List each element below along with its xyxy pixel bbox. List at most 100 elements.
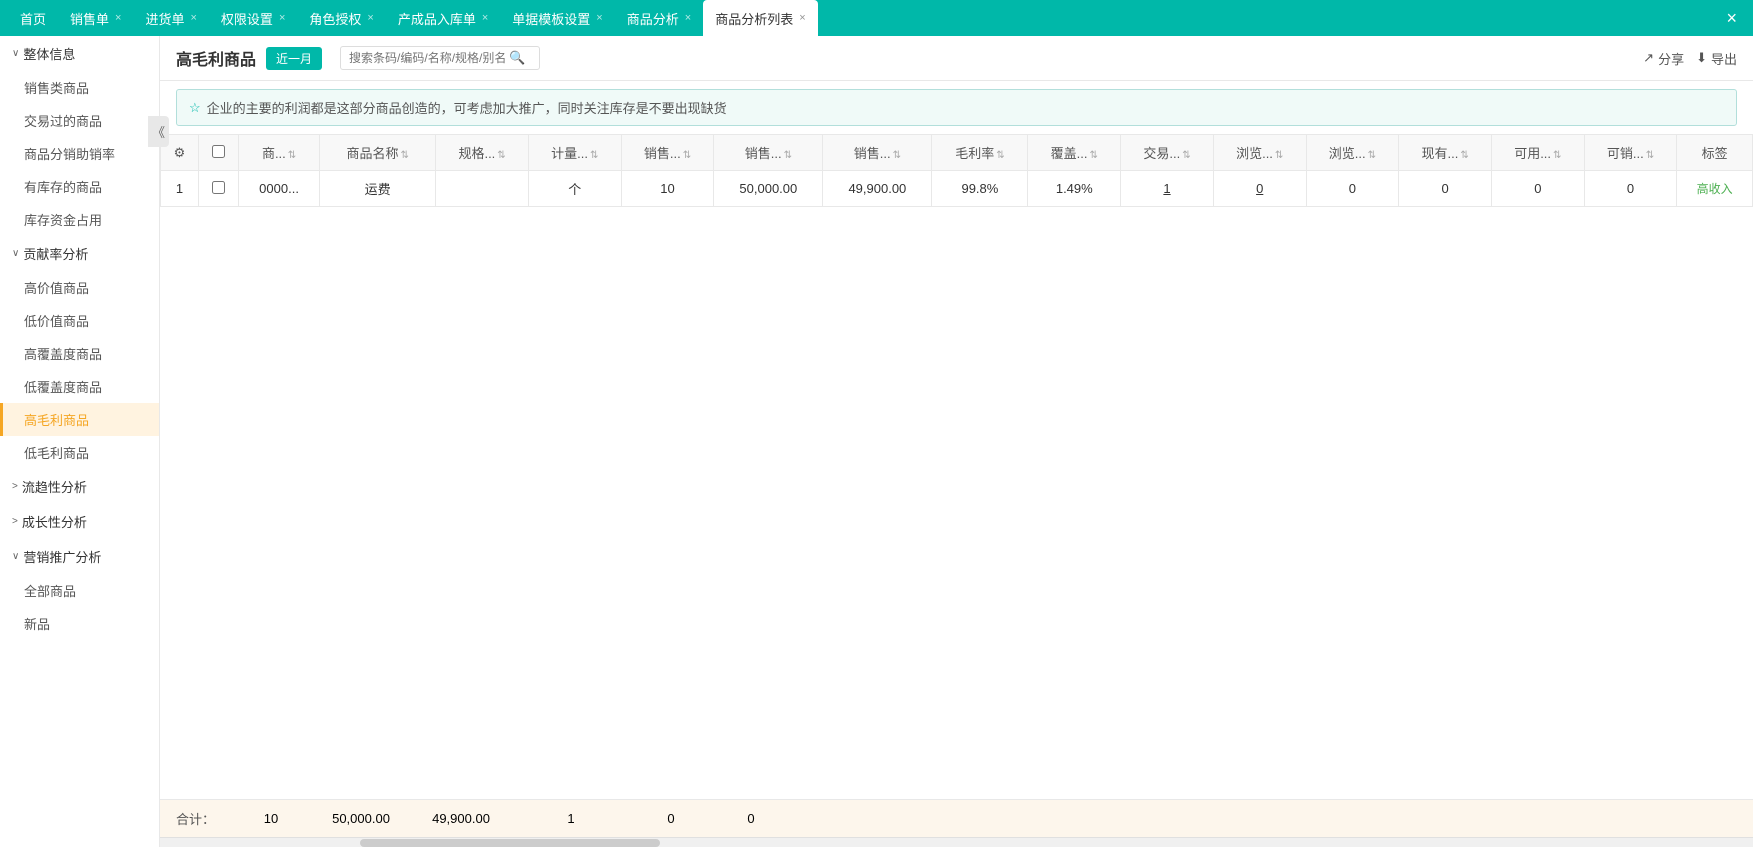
nav-item-商品分析[interactable]: 商品分析×: [615, 0, 703, 36]
sort-icon[interactable]: ⇅: [590, 150, 598, 161]
sidebar-item-0-2[interactable]: 商品分销助销率: [0, 137, 159, 170]
sort-icon[interactable]: ⇅: [1090, 150, 1098, 161]
table-col-header-15[interactable]: 可用...⇅: [1491, 135, 1584, 171]
row-checkbox[interactable]: [198, 171, 238, 207]
footer-sales-amt: 50,000.00: [311, 811, 411, 826]
transactions-link[interactable]: 1: [1163, 181, 1170, 196]
sort-icon[interactable]: ⇅: [893, 150, 901, 161]
footer-values: 10 50,000.00 49,900.00 1 0 0: [231, 811, 1737, 826]
browse-uv-link[interactable]: 0: [1256, 181, 1263, 196]
table-col-header-4[interactable]: 规格...⇅: [436, 135, 529, 171]
table-col-header-16[interactable]: 可销...⇅: [1584, 135, 1677, 171]
close-tab-icon[interactable]: ×: [367, 12, 373, 24]
sidebar-section-1[interactable]: ∨贡献率分析: [0, 236, 159, 271]
table-col-header-7[interactable]: 销售...⇅: [714, 135, 823, 171]
export-icon: ⬇: [1696, 50, 1707, 66]
sidebar-item-1-2[interactable]: 高覆盖度商品: [0, 337, 159, 370]
table-col-header-1: [198, 135, 238, 171]
sidebar-item-1-4[interactable]: 高毛利商品: [0, 403, 159, 436]
sidebar-section-0[interactable]: ∨ 整体信息: [0, 36, 159, 71]
table-col-header-6[interactable]: 销售...⇅: [621, 135, 714, 171]
nav-item-产成品入库单[interactable]: 产成品入库单×: [386, 0, 500, 36]
nav-item-单据模板设置[interactable]: 单据模板设置×: [500, 0, 614, 36]
sort-icon[interactable]: ⇅: [784, 150, 792, 161]
share-button[interactable]: ↗ 分享: [1643, 49, 1684, 68]
search-icon[interactable]: 🔍: [509, 50, 525, 66]
current-stock: 0: [1399, 171, 1492, 207]
sidebar-item-0-1[interactable]: 交易过的商品: [0, 104, 159, 137]
sort-icon[interactable]: ⇅: [1368, 150, 1376, 161]
sort-icon[interactable]: ⇅: [1275, 150, 1283, 161]
close-tab-icon[interactable]: ×: [115, 12, 121, 24]
search-input[interactable]: [349, 51, 509, 65]
alert-icon: ☆: [189, 100, 201, 116]
nav-item-首页[interactable]: 首页: [8, 0, 58, 36]
nav-item-角色授权[interactable]: 角色授权×: [297, 0, 385, 36]
sort-icon[interactable]: ⇅: [996, 150, 1004, 161]
section-label: 整体信息: [23, 44, 75, 63]
browse-pv: 0: [1306, 171, 1399, 207]
sidebar-item-0-4[interactable]: 库存资金占用: [0, 203, 159, 236]
section-arrow-icon: ∨: [12, 48, 19, 59]
table-col-header-12[interactable]: 浏览...⇅: [1213, 135, 1306, 171]
sort-icon[interactable]: ⇅: [1553, 150, 1561, 161]
sidebar-section-4[interactable]: ∨营销推广分析: [0, 539, 159, 574]
sidebar-section-3[interactable]: >成长性分析: [0, 504, 159, 539]
table-col-header-8[interactable]: 销售...⇅: [823, 135, 932, 171]
sidebar-item-1-3[interactable]: 低覆盖度商品: [0, 370, 159, 403]
product-code: 0000...: [238, 171, 319, 207]
table-col-header-14[interactable]: 现有...⇅: [1399, 135, 1492, 171]
sort-icon[interactable]: ⇅: [1460, 150, 1468, 161]
close-tab-icon[interactable]: ×: [685, 12, 691, 24]
sidebar-section-2[interactable]: >流趋性分析: [0, 469, 159, 504]
sidebar-collapse-button[interactable]: 《: [148, 116, 169, 147]
sort-icon[interactable]: ⇅: [401, 150, 409, 161]
close-tab-icon[interactable]: ×: [279, 12, 285, 24]
export-button[interactable]: ⬇ 导出: [1696, 49, 1737, 68]
sort-icon[interactable]: ⇅: [288, 150, 296, 161]
sales-profit: 49,900.00: [823, 171, 932, 207]
period-button[interactable]: 近一月: [266, 47, 322, 70]
table-col-header-3[interactable]: 商品名称⇅: [320, 135, 436, 171]
sidebar-item-0-0[interactable]: 销售类商品: [0, 71, 159, 104]
row-index: 1: [161, 171, 199, 207]
sidebar-item-1-0[interactable]: 高价值商品: [0, 271, 159, 304]
alert-bar: ☆ 企业的主要的利润都是这部分商品创造的，可考虑加大推广，同时关注库存是不要出现…: [176, 89, 1737, 126]
close-tab-icon[interactable]: ×: [190, 12, 196, 24]
sidebar-item-0-3[interactable]: 有库存的商品: [0, 170, 159, 203]
browse-uv[interactable]: 0: [1213, 171, 1306, 207]
nav-item-商品分析列表[interactable]: 商品分析列表×: [703, 0, 817, 36]
transactions[interactable]: 1: [1121, 171, 1214, 207]
sidebar-item-1-1[interactable]: 低价值商品: [0, 304, 159, 337]
table-col-header-5[interactable]: 计量...⇅: [528, 135, 621, 171]
sort-icon[interactable]: ⇅: [683, 150, 691, 161]
horizontal-scrollbar[interactable]: [160, 837, 1753, 847]
nav-item-销售单[interactable]: 销售单×: [58, 0, 133, 36]
nav-item-进货单[interactable]: 进货单×: [133, 0, 208, 36]
sort-icon[interactable]: ⇅: [1182, 150, 1190, 161]
sidebar-item-4-1[interactable]: 新品: [0, 607, 159, 640]
sidebar: ∨ 整体信息销售类商品交易过的商品商品分销助销率有库存的商品库存资金占用∨贡献率分…: [0, 36, 160, 847]
table-col-header-10[interactable]: 覆盖...⇅: [1028, 135, 1121, 171]
table-col-header-2[interactable]: 商...⇅: [238, 135, 319, 171]
sort-icon[interactable]: ⇅: [497, 150, 505, 161]
close-tab-icon[interactable]: ×: [799, 12, 805, 24]
search-box[interactable]: 🔍: [340, 46, 540, 70]
sort-icon[interactable]: ⇅: [1646, 150, 1654, 161]
table-col-header-11[interactable]: 交易...⇅: [1121, 135, 1214, 171]
select-all-checkbox[interactable]: [212, 145, 225, 158]
close-tab-icon[interactable]: ×: [482, 12, 488, 24]
share-icon: ↗: [1643, 50, 1654, 66]
close-tab-icon[interactable]: ×: [596, 12, 602, 24]
top-nav: 首页销售单×进货单×权限设置×角色授权×产成品入库单×单据模板设置×商品分析×商…: [0, 0, 1753, 36]
footer-current-stock: 0: [631, 811, 711, 826]
product-spec: [436, 171, 529, 207]
nav-item-权限设置[interactable]: 权限设置×: [209, 0, 297, 36]
sidebar-item-1-5[interactable]: 低毛利商品: [0, 436, 159, 469]
sidebar-item-4-0[interactable]: 全部商品: [0, 574, 159, 607]
scrollbar-thumb[interactable]: [360, 839, 660, 847]
close-all-tabs[interactable]: ×: [1718, 8, 1745, 29]
footer-label: 合计：: [176, 809, 215, 828]
table-col-header-13[interactable]: 浏览...⇅: [1306, 135, 1399, 171]
table-col-header-9[interactable]: 毛利率⇅: [932, 135, 1028, 171]
